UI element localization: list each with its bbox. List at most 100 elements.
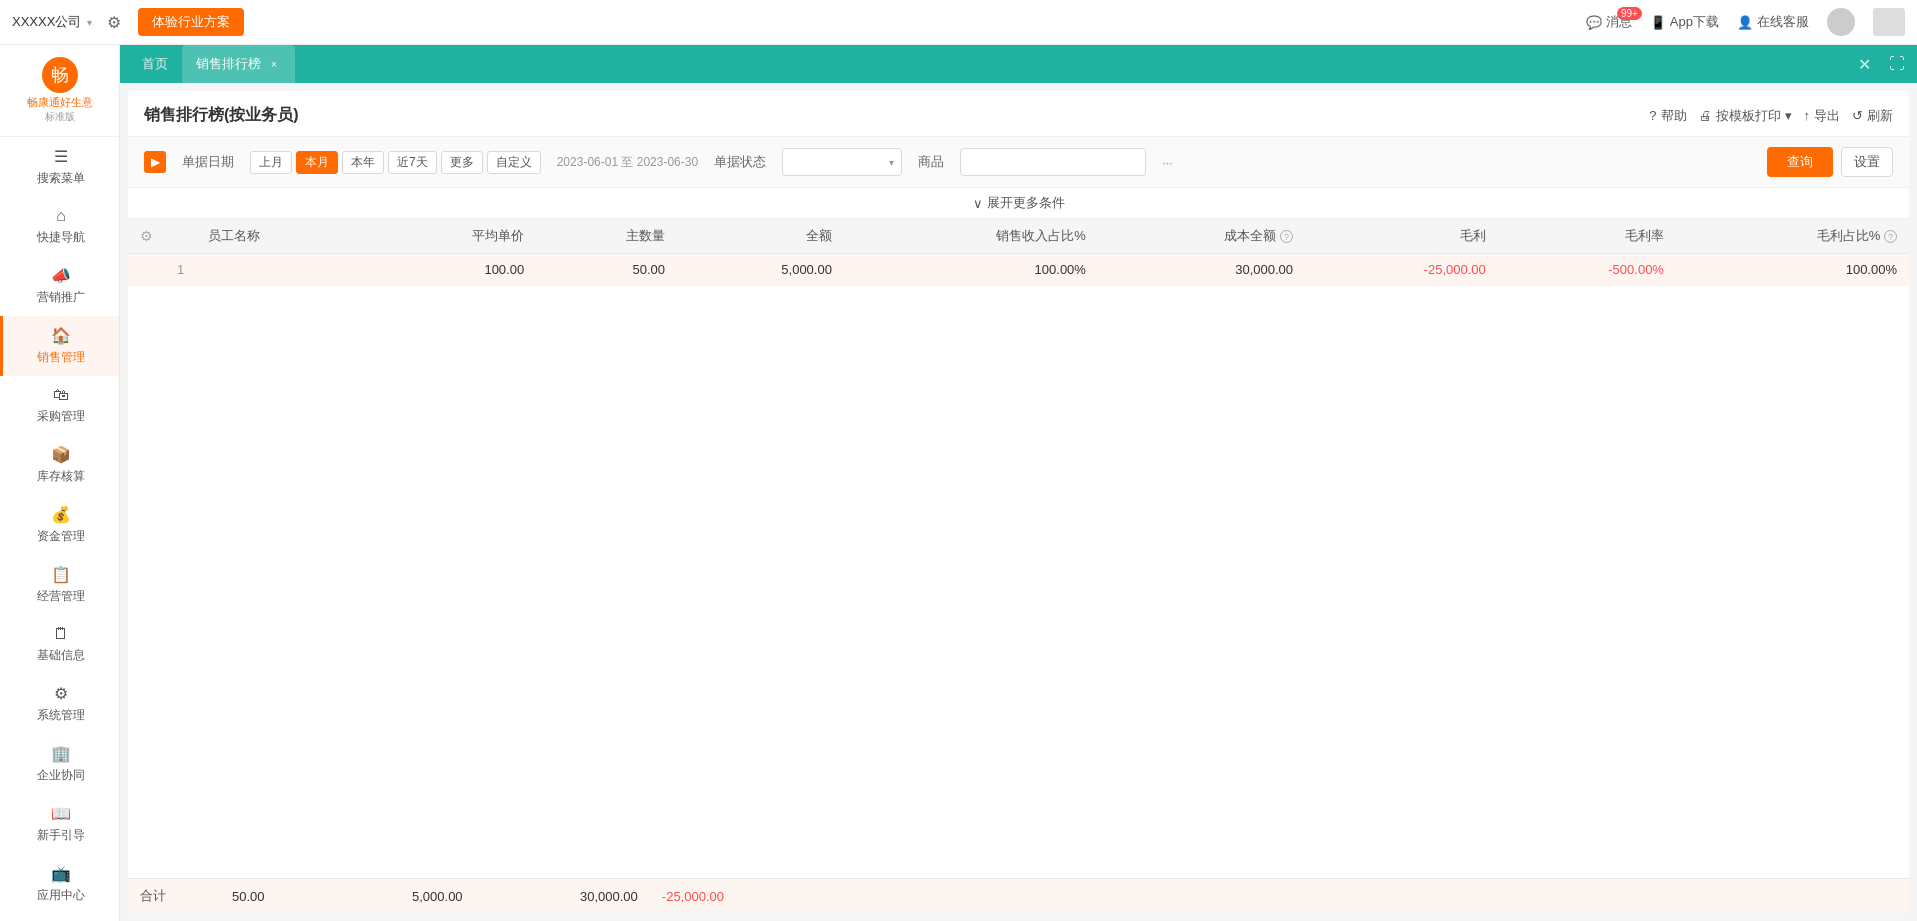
tab-close-all-button[interactable]: ✕ xyxy=(1854,51,1875,78)
tab-close-button[interactable]: × xyxy=(267,57,281,71)
tab-bar: 首页 销售排行榜 × ✕ ⛶ xyxy=(120,45,1917,83)
app-label: App下载 xyxy=(1670,13,1719,31)
table-header-row: ⚙ 员工名称 平均单价 主数量 全额 销售收入占比% 成本全额 ? xyxy=(128,219,1909,254)
col-amount: 全额 xyxy=(677,219,844,254)
date-7days-btn[interactable]: 近7天 xyxy=(388,151,437,174)
purchase-icon: 🛍 xyxy=(53,386,69,404)
sidebar-label-operations: 经营管理 xyxy=(37,588,85,605)
tab-home-label: 首页 xyxy=(142,55,168,73)
profit-pct-hint-icon[interactable]: ? xyxy=(1884,230,1897,243)
print-icon: 🖨 xyxy=(1699,108,1712,123)
sidebar-item-quick-nav[interactable]: ⌂ 快捷导航 xyxy=(0,197,119,256)
user-menu[interactable] xyxy=(1873,8,1905,36)
row-sales-pct-cell: 100.00% xyxy=(844,254,1098,286)
goods-label: 商品 xyxy=(918,153,944,171)
row-amount-cell: 5,000.00 xyxy=(677,254,844,286)
footer-label: 合计 xyxy=(140,887,220,905)
avatar[interactable] xyxy=(1827,8,1855,36)
page-actions: ? 帮助 🖨 按模板打印 ▾ ↑ 导出 ↺ 刷新 xyxy=(1649,107,1893,125)
page-header: 销售排行榜(按业务员) ? 帮助 🖨 按模板打印 ▾ ↑ 导出 xyxy=(128,91,1909,137)
tab-sales-rank-label: 销售排行榜 xyxy=(196,55,261,73)
help-button[interactable]: ? 帮助 xyxy=(1649,107,1686,125)
data-table: ⚙ 员工名称 平均单价 主数量 全额 销售收入占比% 成本全额 ? xyxy=(128,219,1909,286)
status-select[interactable] xyxy=(782,148,902,176)
tab-bar-right: ✕ ⛶ xyxy=(1854,51,1909,78)
tab-home[interactable]: 首页 xyxy=(128,45,182,83)
sidebar-item-enterprise[interactable]: 🏢 企业协同 xyxy=(0,734,119,794)
table-body: 1 100.00 50.00 5,000.00 100.00% 30,000.0… xyxy=(128,254,1909,286)
finance-icon: 💰 xyxy=(51,505,71,524)
guide-icon: 📖 xyxy=(51,804,71,823)
col-name: 员工名称 xyxy=(196,219,366,254)
expand-more-button[interactable]: ∨ 展开更多条件 xyxy=(973,194,1065,212)
sidebar-item-finance[interactable]: 💰 资金管理 xyxy=(0,495,119,555)
sidebar-item-inventory[interactable]: 📦 库存核算 xyxy=(0,435,119,495)
sidebar-item-guide[interactable]: 📖 新手引导 xyxy=(0,794,119,854)
cost-hint-icon[interactable]: ? xyxy=(1280,230,1293,243)
sidebar-item-wechat[interactable]: 💬 企业微信 xyxy=(0,914,119,921)
footer-qty: 50.00 xyxy=(220,889,400,904)
goods-input[interactable] xyxy=(960,148,1146,176)
query-button[interactable]: 查询 xyxy=(1767,147,1833,177)
print-button[interactable]: 🖨 按模板打印 ▾ xyxy=(1699,107,1792,125)
refresh-icon: ↺ xyxy=(1852,108,1863,123)
marketing-icon: 📣 xyxy=(51,266,71,285)
top-bar-right: 💬 消息 99+ 📱 App下载 👤 在线客服 xyxy=(1586,8,1905,36)
sidebar-label-appstore: 应用中心 xyxy=(37,887,85,904)
company-chevron: ▾ xyxy=(87,17,92,28)
status-select-wrapper: ▾ xyxy=(782,148,902,176)
refresh-button[interactable]: ↺ 刷新 xyxy=(1852,107,1893,125)
trial-button[interactable]: 体验行业方案 xyxy=(138,8,244,36)
row-rank-cell: 1 xyxy=(165,254,196,286)
sidebar-item-search[interactable]: ☰ 搜索菜单 xyxy=(0,137,119,197)
sidebar-label-sales: 销售管理 xyxy=(37,349,85,366)
footer-profit: -25,000.00 xyxy=(650,889,736,904)
logo-sub: 标准版 xyxy=(45,110,75,124)
message-badge: 99+ xyxy=(1617,7,1642,20)
date-custom-btn[interactable]: 自定义 xyxy=(487,151,541,174)
date-last-month-btn[interactable]: 上月 xyxy=(250,151,292,174)
operations-icon: 📋 xyxy=(51,565,71,584)
sidebar-label-marketing: 营销推广 xyxy=(37,289,85,306)
sidebar-label-search: 搜索菜单 xyxy=(37,170,85,187)
col-profit-rate: 毛利率 xyxy=(1498,219,1676,254)
sidebar-item-marketing[interactable]: 📣 营销推广 xyxy=(0,256,119,316)
sidebar-label-enterprise: 企业协同 xyxy=(37,767,85,784)
sidebar-item-basic-info[interactable]: 🗒 基础信息 xyxy=(0,615,119,674)
filter-settings-button[interactable]: 设置 xyxy=(1841,147,1893,177)
tab-expand-button[interactable]: ⛶ xyxy=(1885,51,1909,78)
app-download-button[interactable]: 📱 App下载 xyxy=(1650,13,1719,31)
date-more-btn[interactable]: 更多 xyxy=(441,151,483,174)
appstore-icon: 📺 xyxy=(51,864,71,883)
sidebar-item-appstore[interactable]: 📺 应用中心 xyxy=(0,854,119,914)
col-rank xyxy=(165,219,196,254)
tab-sales-rank[interactable]: 销售排行榜 × xyxy=(182,45,295,83)
print-chevron: ▾ xyxy=(1785,108,1792,123)
settings-gear-button[interactable]: ⚙ xyxy=(100,8,128,36)
sidebar-item-system[interactable]: ⚙ 系统管理 xyxy=(0,674,119,734)
goods-more-icon[interactable]: ··· xyxy=(1162,155,1173,170)
sidebar-item-purchase[interactable]: 🛍 采购管理 xyxy=(0,376,119,435)
search-menu-icon: ☰ xyxy=(54,147,68,166)
service-label: 在线客服 xyxy=(1757,13,1809,31)
company-selector[interactable]: XXXXX公司 ▾ xyxy=(12,13,92,31)
row-cost-cell: 30,000.00 xyxy=(1098,254,1305,286)
date-this-year-btn[interactable]: 本年 xyxy=(342,151,384,174)
sidebar-item-operations[interactable]: 📋 经营管理 xyxy=(0,555,119,615)
row-settings-cell xyxy=(128,254,165,286)
sidebar-item-sales[interactable]: 🏠 销售管理 xyxy=(0,316,119,376)
col-avg-price: 平均单价 xyxy=(366,219,536,254)
sidebar: 畅 畅康通好生意 标准版 ☰ 搜索菜单 ⌂ 快捷导航 📣 营销推广 🏠 销售管理… xyxy=(0,45,120,921)
export-button[interactable]: ↑ 导出 xyxy=(1804,107,1841,125)
export-icon: ↑ xyxy=(1804,108,1811,123)
logo-text: 畅康通好生意 xyxy=(27,95,93,110)
date-range-display: 2023-06-01 至 2023-06-30 xyxy=(557,154,698,171)
content-area: 首页 销售排行榜 × ✕ ⛶ 销售排行榜(按业务员) ? 帮助 xyxy=(120,45,1917,921)
filter-expand-arrow[interactable]: ▶ xyxy=(144,151,166,173)
online-service-button[interactable]: 👤 在线客服 xyxy=(1737,13,1809,31)
date-this-month-btn[interactable]: 本月 xyxy=(296,151,338,174)
message-button[interactable]: 💬 消息 99+ xyxy=(1586,13,1632,31)
page-title: 销售排行榜(按业务员) xyxy=(144,105,299,126)
sidebar-label-inventory: 库存核算 xyxy=(37,468,85,485)
sidebar-label-guide: 新手引导 xyxy=(37,827,85,844)
